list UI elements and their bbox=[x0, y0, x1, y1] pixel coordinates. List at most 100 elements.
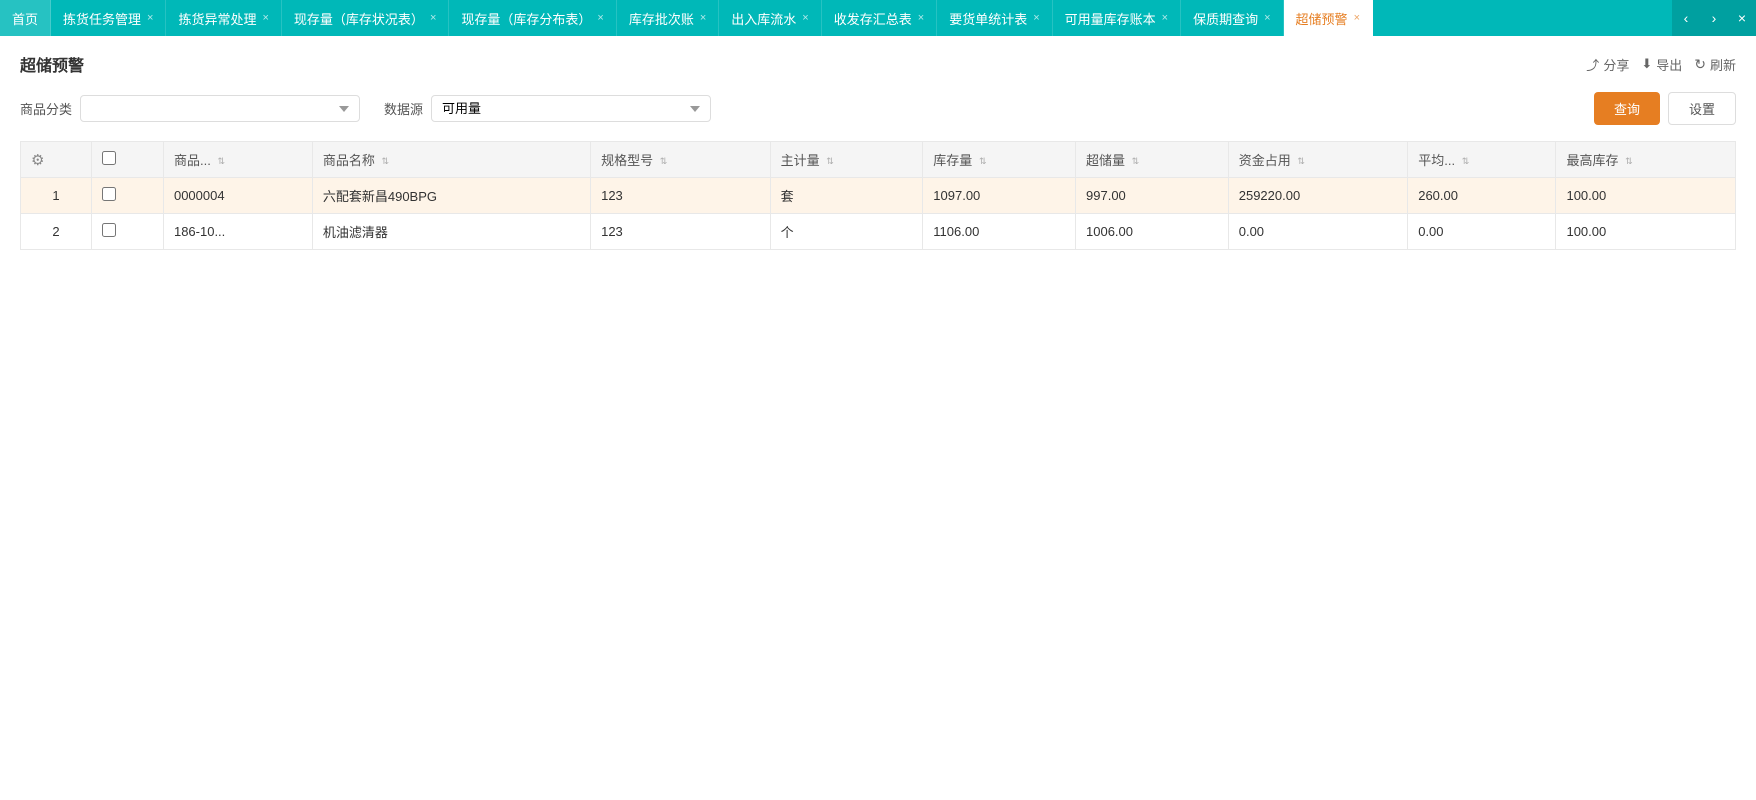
nav-item-requisition-stats-close[interactable]: × bbox=[1033, 12, 1039, 24]
row-max-stock: 100.00 bbox=[1556, 178, 1736, 214]
col-capital-label: 资金占用 bbox=[1239, 153, 1291, 168]
category-select[interactable] bbox=[80, 95, 360, 122]
nav-item-expiry-query-close[interactable]: × bbox=[1264, 12, 1270, 24]
nav-item-exception-label: 拣货异常处理 bbox=[178, 9, 256, 28]
nav-item-requisition-stats-label: 要货单统计表 bbox=[949, 9, 1027, 28]
query-button[interactable]: 查询 bbox=[1594, 92, 1660, 125]
nav-item-requisition-stats[interactable]: 要货单统计表 × bbox=[937, 0, 1052, 36]
col-stock: 库存量 ⇅ bbox=[923, 142, 1076, 178]
row-capital: 259220.00 bbox=[1228, 178, 1407, 214]
sort-icon-product-code[interactable]: ⇅ bbox=[217, 156, 225, 167]
col-product-name-label: 商品名称 bbox=[323, 153, 375, 168]
row-product-name: 六配套新昌490BPG bbox=[312, 178, 590, 214]
nav-item-overstock-close[interactable]: × bbox=[1354, 12, 1360, 24]
page-content: 超储预警 ⤴ 分享 ⬇ 导出 ↻ 刷新 商品分类 数据源 bbox=[0, 36, 1756, 800]
sort-icon-capital[interactable]: ⇅ bbox=[1297, 156, 1305, 167]
nav-item-batch-ledger-label: 库存批次账 bbox=[629, 9, 694, 28]
header-actions: ⤴ 分享 ⬇ 导出 ↻ 刷新 bbox=[1586, 55, 1736, 74]
sort-icon-spec[interactable]: ⇅ bbox=[660, 156, 668, 167]
row-checkbox-cell bbox=[91, 178, 163, 214]
nav-item-receive-summary-label: 收发存汇总表 bbox=[834, 9, 912, 28]
row-product-name: 机油滤清器 bbox=[312, 214, 590, 250]
nav-item-batch-ledger[interactable]: 库存批次账 × bbox=[617, 0, 719, 36]
nav-close-tab[interactable]: × bbox=[1728, 0, 1756, 36]
table-row[interactable]: 2 186-10... 机油滤清器 123 个 1106.00 1006.00 … bbox=[21, 214, 1736, 250]
row-checkbox-cell bbox=[91, 214, 163, 250]
export-icon: ⬇ bbox=[1641, 56, 1652, 72]
col-overstock-label: 超储量 bbox=[1086, 153, 1125, 168]
nav-item-overstock[interactable]: 超储预警 × bbox=[1284, 0, 1373, 36]
sort-icon-avg[interactable]: ⇅ bbox=[1462, 156, 1470, 167]
row-unit: 个 bbox=[770, 214, 923, 250]
col-max-stock: 最高库存 ⇅ bbox=[1556, 142, 1736, 178]
nav-item-available-ledger-close[interactable]: × bbox=[1162, 12, 1168, 24]
nav-item-task-mgmt-close[interactable]: × bbox=[147, 12, 153, 24]
table-row[interactable]: 1 0000004 六配套新昌490BPG 123 套 1097.00 997.… bbox=[21, 178, 1736, 214]
nav-arrow-left[interactable]: ‹ bbox=[1672, 0, 1700, 36]
refresh-icon: ↻ bbox=[1694, 56, 1706, 73]
row-stock: 1097.00 bbox=[923, 178, 1076, 214]
export-button[interactable]: ⬇ 导出 bbox=[1641, 55, 1682, 74]
nav-item-stock-dist[interactable]: 现存量（库存分布表） × bbox=[449, 0, 616, 36]
row-checkbox[interactable] bbox=[102, 223, 116, 237]
row-spec: 123 bbox=[591, 214, 770, 250]
share-button[interactable]: ⤴ 分享 bbox=[1586, 55, 1629, 74]
nav-item-receive-summary[interactable]: 收发存汇总表 × bbox=[822, 0, 937, 36]
page-title: 超储预警 bbox=[20, 52, 84, 76]
row-num: 2 bbox=[21, 214, 92, 250]
nav-arrows: ‹ › × bbox=[1672, 0, 1756, 36]
settings-button[interactable]: 设置 bbox=[1668, 92, 1736, 125]
col-spec: 规格型号 ⇅ bbox=[591, 142, 770, 178]
nav-item-available-ledger[interactable]: 可用量库存账本 × bbox=[1053, 0, 1181, 36]
col-avg: 平均... ⇅ bbox=[1408, 142, 1556, 178]
sort-icon-overstock[interactable]: ⇅ bbox=[1132, 156, 1140, 167]
sort-icon-unit[interactable]: ⇅ bbox=[826, 156, 834, 167]
col-avg-label: 平均... bbox=[1418, 153, 1455, 168]
nav-item-overstock-label: 超储预警 bbox=[1296, 9, 1348, 28]
nav-arrow-right[interactable]: › bbox=[1700, 0, 1728, 36]
category-label: 商品分类 bbox=[20, 99, 72, 118]
gear-icon[interactable]: ⚙ bbox=[31, 152, 44, 169]
nav-item-batch-ledger-close[interactable]: × bbox=[700, 12, 706, 24]
nav-item-receive-summary-close[interactable]: × bbox=[918, 12, 924, 24]
nav-item-task-mgmt-label: 拣货任务管理 bbox=[63, 9, 141, 28]
datasource-filter: 数据源 可用量 库存量 bbox=[384, 95, 711, 122]
table-header-row: ⚙ 商品... ⇅ 商品名称 ⇅ 规格型号 ⇅ 主计量 bbox=[21, 142, 1736, 178]
sort-icon-max-stock[interactable]: ⇅ bbox=[1625, 156, 1633, 167]
datasource-select[interactable]: 可用量 库存量 bbox=[431, 95, 711, 122]
sort-icon-stock[interactable]: ⇅ bbox=[979, 156, 987, 167]
data-table: ⚙ 商品... ⇅ 商品名称 ⇅ 规格型号 ⇅ 主计量 bbox=[20, 141, 1736, 250]
nav-item-inout-flow-label: 出入库流水 bbox=[731, 9, 796, 28]
col-product-code-label: 商品... bbox=[174, 153, 211, 168]
nav-item-stock-status-close[interactable]: × bbox=[430, 12, 436, 24]
row-unit: 套 bbox=[770, 178, 923, 214]
nav-item-home[interactable]: 首页 bbox=[0, 0, 51, 36]
row-overstock: 1006.00 bbox=[1076, 214, 1229, 250]
nav-item-expiry-query[interactable]: 保质期查询 × bbox=[1181, 0, 1283, 36]
datasource-label: 数据源 bbox=[384, 99, 423, 118]
select-all-checkbox[interactable] bbox=[102, 151, 116, 165]
nav-item-inout-flow-close[interactable]: × bbox=[802, 12, 808, 24]
nav-item-stock-status-label: 现存量（库存状况表） bbox=[294, 9, 424, 28]
sort-icon-product-name[interactable]: ⇅ bbox=[382, 156, 390, 167]
filter-actions: 查询 设置 bbox=[1594, 92, 1736, 125]
row-avg: 0.00 bbox=[1408, 214, 1556, 250]
col-unit: 主计量 ⇅ bbox=[770, 142, 923, 178]
nav-item-stock-dist-close[interactable]: × bbox=[597, 12, 603, 24]
nav-item-available-ledger-label: 可用量库存账本 bbox=[1065, 9, 1156, 28]
row-spec: 123 bbox=[591, 178, 770, 214]
nav-item-exception-close[interactable]: × bbox=[262, 12, 268, 24]
nav-item-task-mgmt[interactable]: 拣货任务管理 × bbox=[51, 0, 166, 36]
row-avg: 260.00 bbox=[1408, 178, 1556, 214]
nav-item-stock-status[interactable]: 现存量（库存状况表） × bbox=[282, 0, 449, 36]
col-capital: 资金占用 ⇅ bbox=[1228, 142, 1407, 178]
row-checkbox[interactable] bbox=[102, 187, 116, 201]
nav-item-home-label: 首页 bbox=[12, 9, 38, 28]
nav-item-inout-flow[interactable]: 出入库流水 × bbox=[719, 0, 821, 36]
nav-item-exception[interactable]: 拣货异常处理 × bbox=[166, 0, 281, 36]
top-navigation[interactable]: 首页 拣货任务管理 × 拣货异常处理 × 现存量（库存状况表） × 现存量（库存… bbox=[0, 0, 1756, 36]
row-num: 1 bbox=[21, 178, 92, 214]
row-stock: 1106.00 bbox=[923, 214, 1076, 250]
refresh-button[interactable]: ↻ 刷新 bbox=[1694, 55, 1736, 74]
row-overstock: 997.00 bbox=[1076, 178, 1229, 214]
